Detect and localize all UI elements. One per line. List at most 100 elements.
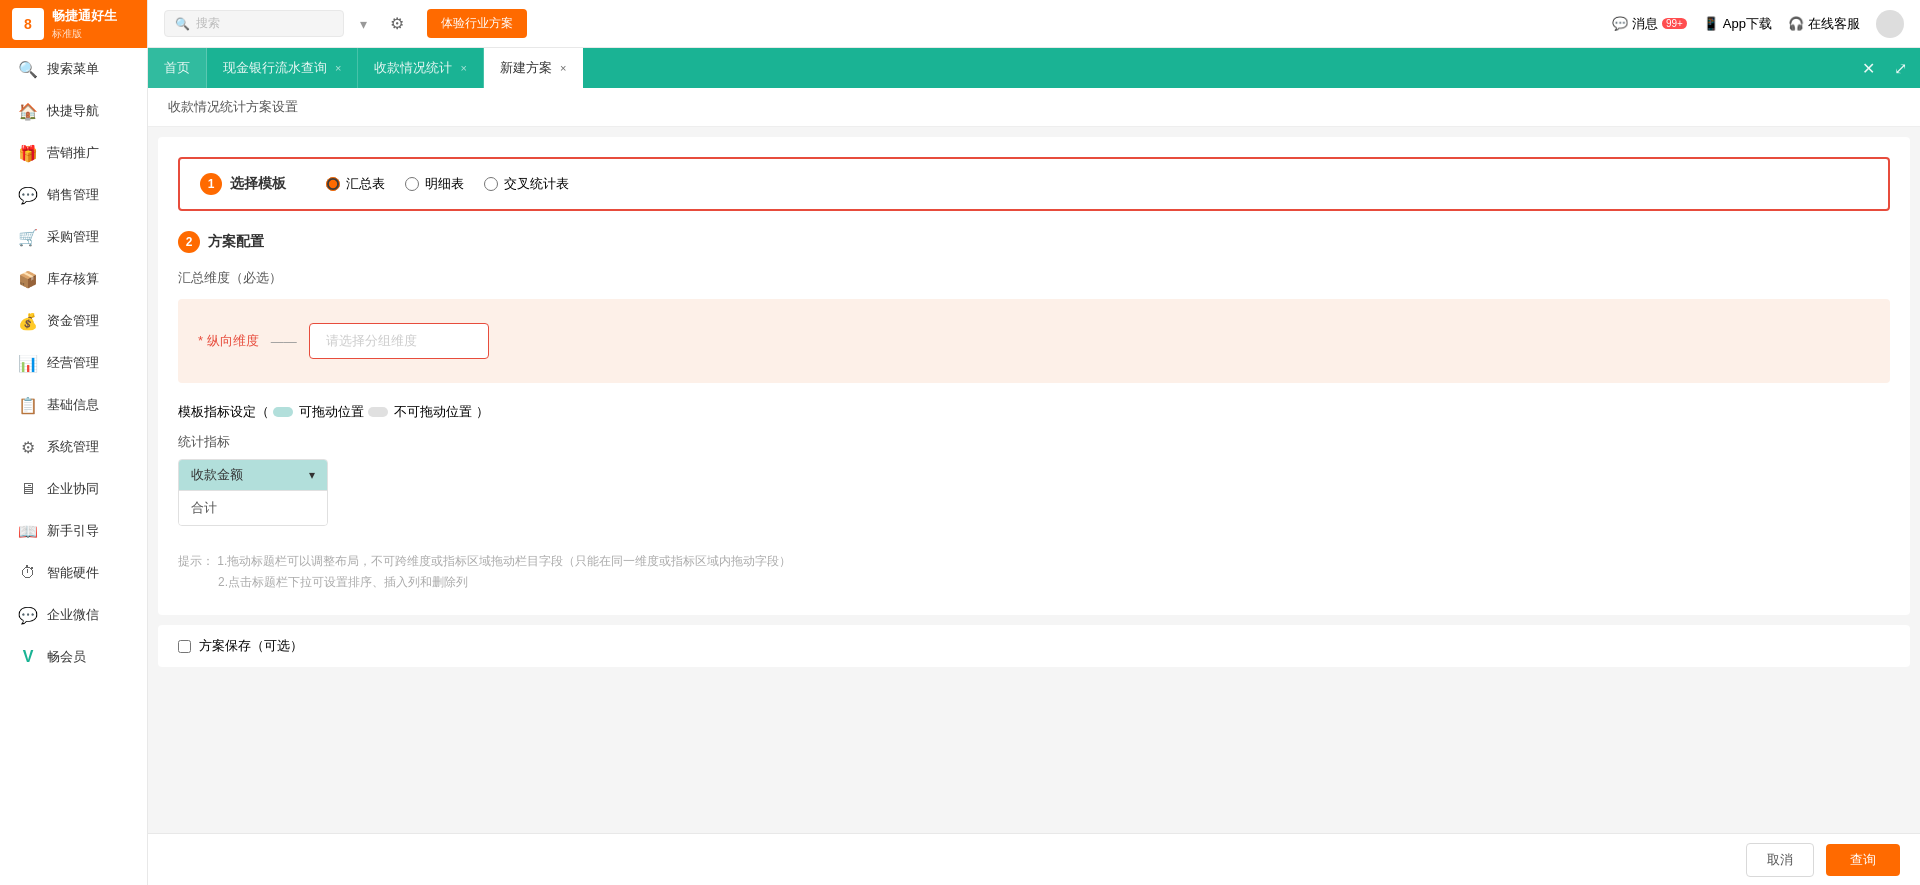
dropdown-arrow-icon[interactable]: ▾ — [360, 16, 367, 32]
tab-new-plan-label: 新建方案 — [500, 59, 552, 77]
maximize-btn[interactable]: ⤢ — [1888, 56, 1912, 80]
tab-cash-bank[interactable]: 现金银行流水查询 — [207, 48, 358, 88]
radio-cross[interactable]: 交叉统计表 — [484, 175, 569, 193]
messages-button[interactable]: 💬 消息 99+ — [1612, 15, 1687, 33]
sidebar-item-finance[interactable]: 💰 资金管理 — [0, 300, 147, 342]
gear-icon: ⚙ — [19, 438, 37, 456]
sidebar-item-inventory[interactable]: 📦 库存核算 — [0, 258, 147, 300]
sales-icon: 💬 — [19, 186, 37, 204]
hint-draggable-label: 可拖动位置 — [299, 403, 364, 421]
cancel-button[interactable]: 取消 — [1746, 843, 1814, 877]
vip-icon: V — [19, 648, 37, 666]
tab-new-plan[interactable]: 新建方案 — [484, 48, 583, 88]
tabs-bar: 首页 现金银行流水查询 收款情况统计 新建方案 ✕ ⤢ — [148, 48, 1920, 88]
stats-box-header[interactable]: 收款金额 ▾ — [179, 460, 327, 490]
save-label: 方案保存（可选） — [199, 637, 303, 655]
sidebar-item-basic-info[interactable]: 📋 基础信息 — [0, 384, 147, 426]
sidebar-item-management[interactable]: 📊 经营管理 — [0, 342, 147, 384]
step1-panel: 1 选择模板 汇总表 明细表 交叉统计表 — [158, 137, 1910, 615]
sidebar-item-purchase[interactable]: 🛒 采购管理 — [0, 216, 147, 258]
step2-label: 方案配置 — [208, 233, 264, 251]
sidebar-item-member[interactable]: V 畅会员 — [0, 636, 147, 678]
sidebar-item-label: 基础信息 — [47, 396, 99, 414]
dim-arrow: —— — [271, 334, 297, 349]
tab-cash-bank-close[interactable] — [335, 62, 341, 74]
service-label: 在线客服 — [1808, 15, 1860, 33]
header-search-bar[interactable]: 🔍 搜索 — [164, 10, 344, 37]
service-icon: 🎧 — [1788, 16, 1804, 31]
sidebar-item-search[interactable]: 🔍 搜索菜单 — [0, 48, 147, 90]
logo-icon: 8 — [12, 8, 44, 40]
stats-header-label: 收款金额 — [191, 466, 243, 484]
close-tab-btn[interactable]: ✕ — [1856, 56, 1880, 80]
radio-cross-input[interactable] — [484, 177, 498, 191]
dim-selector-dropdown[interactable]: 请选择分组维度 — [309, 323, 489, 359]
header-actions: 💬 消息 99+ 📱 App下载 🎧 在线客服 — [1612, 10, 1904, 38]
top-header: 🔍 搜索 ▾ ⚙ 体验行业方案 💬 消息 99+ 📱 App下载 🎧 在线客服 — [148, 0, 1920, 48]
sidebar-item-label: 企业协同 — [47, 480, 99, 498]
sidebar-item-nav[interactable]: 🏠 快捷导航 — [0, 90, 147, 132]
sidebar-item-label: 销售管理 — [47, 186, 99, 204]
content-area: 收款情况统计方案设置 1 选择模板 汇总表 明细表 — [148, 88, 1920, 885]
tip2: 2.点击标题栏下拉可设置排序、插入列和删除列 — [178, 574, 1890, 591]
tab-cash-bank-label: 现金银行流水查询 — [223, 59, 327, 77]
save-checkbox[interactable] — [178, 640, 191, 653]
stats-box: 收款金额 ▾ 合计 — [178, 459, 328, 526]
user-avatar[interactable] — [1876, 10, 1904, 38]
trial-button[interactable]: 体验行业方案 — [427, 9, 527, 38]
draggable-dot — [273, 407, 293, 417]
sidebar-item-label: 系统管理 — [47, 438, 99, 456]
vertical-dim-row: * 纵向维度 —— 请选择分组维度 — [198, 323, 1870, 359]
money-icon: 💰 — [19, 312, 37, 330]
sidebar-item-system[interactable]: ⚙ 系统管理 — [0, 426, 147, 468]
monitor-icon: 🖥 — [19, 480, 37, 498]
app-label: App下载 — [1723, 15, 1772, 33]
sidebar: 8 畅捷通好生 标准版 🔍 搜索菜单 🏠 快捷导航 🎁 营销推广 💬 销售管理 … — [0, 0, 148, 885]
message-icon: 💬 — [1612, 16, 1628, 31]
app-download-button[interactable]: 📱 App下载 — [1703, 15, 1772, 33]
sidebar-item-label: 快捷导航 — [47, 102, 99, 120]
radio-detail[interactable]: 明细表 — [405, 175, 464, 193]
chart-icon: 📊 — [19, 354, 37, 372]
sidebar-item-smart-hardware[interactable]: ⏱ 智能硬件 — [0, 552, 147, 594]
metrics-hint-row: 模板指标设定（ 可拖动位置 不可拖动位置 ） — [178, 403, 1890, 421]
search-icon: 🔍 — [19, 60, 37, 78]
radio-detail-input[interactable] — [405, 177, 419, 191]
sidebar-item-wechat[interactable]: 💬 企业微信 — [0, 594, 147, 636]
tab-new-plan-close[interactable] — [560, 62, 566, 74]
metrics-label-close: ） — [476, 403, 489, 421]
radio-summary-input[interactable] — [326, 177, 340, 191]
hint-not-draggable: 不可拖动位置 — [368, 403, 472, 421]
step2-num: 2 — [178, 231, 200, 253]
sidebar-item-enterprise-collab[interactable]: 🖥 企业协同 — [0, 468, 147, 510]
settings-button[interactable]: ⚙ — [383, 10, 411, 38]
step1-label: 选择模板 — [230, 175, 286, 193]
sidebar-item-sales[interactable]: 💬 销售管理 — [0, 174, 147, 216]
sidebar-item-label: 畅会员 — [47, 648, 86, 666]
tab-receipts[interactable]: 收款情况统计 — [358, 48, 483, 88]
sidebar-item-new-user[interactable]: 📖 新手引导 — [0, 510, 147, 552]
query-button[interactable]: 查询 — [1826, 844, 1900, 876]
sidebar-item-label: 库存核算 — [47, 270, 99, 288]
sidebar-item-label: 智能硬件 — [47, 564, 99, 582]
tab-home[interactable]: 首页 — [148, 48, 207, 88]
tabs-end: ✕ ⤢ — [1856, 56, 1920, 80]
tab-receipts-close[interactable] — [460, 62, 466, 74]
list-icon: 📋 — [19, 396, 37, 414]
sidebar-item-label: 资金管理 — [47, 312, 99, 330]
tab-receipts-label: 收款情况统计 — [374, 59, 452, 77]
tab-home-label: 首页 — [164, 59, 190, 77]
metrics-section: 模板指标设定（ 可拖动位置 不可拖动位置 ） 统计指标 — [178, 403, 1890, 529]
app-icon: 📱 — [1703, 16, 1719, 31]
online-service-button[interactable]: 🎧 在线客服 — [1788, 15, 1860, 33]
stats-header-chevron: ▾ — [309, 468, 315, 482]
sidebar-item-label: 新手引导 — [47, 522, 99, 540]
stats-box-row: 合计 — [179, 490, 327, 525]
wechat-icon: 💬 — [19, 606, 37, 624]
step1-num: 1 — [200, 173, 222, 195]
stats-row-label: 合计 — [191, 500, 217, 515]
sidebar-item-marketing[interactable]: 🎁 营销推广 — [0, 132, 147, 174]
logo-badge: 标准版 — [52, 27, 117, 41]
radio-summary[interactable]: 汇总表 — [326, 175, 385, 193]
sidebar-item-label: 营销推广 — [47, 144, 99, 162]
